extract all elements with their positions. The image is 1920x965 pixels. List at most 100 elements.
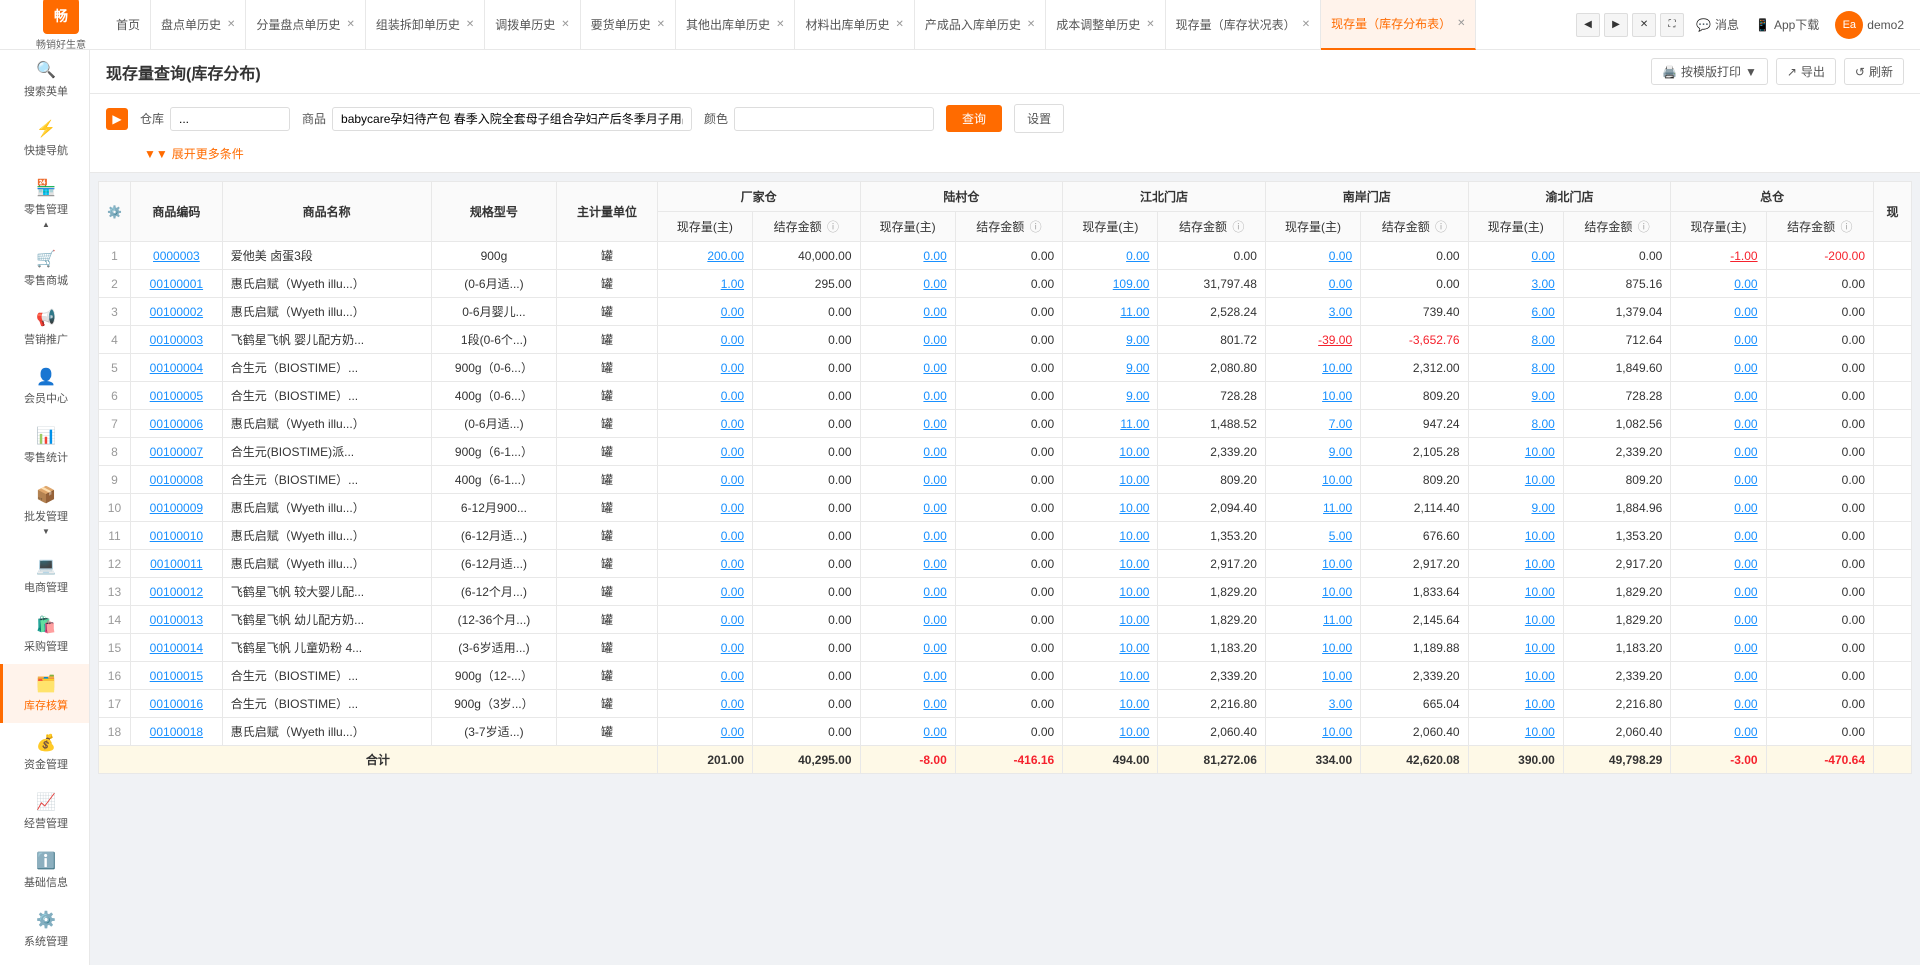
tab-ccrkkh[interactable]: 产成品入库单历史 ✕ [915, 0, 1046, 50]
filter-toggle-btn[interactable]: ▶ [106, 108, 128, 130]
total-qty[interactable]: 0.00 [1671, 606, 1766, 634]
close-icon[interactable]: ✕ [657, 19, 665, 30]
yubei-qty[interactable]: 10.00 [1468, 522, 1563, 550]
yubei-qty[interactable]: 9.00 [1468, 382, 1563, 410]
jiangbei-qty[interactable]: 10.00 [1063, 690, 1158, 718]
yubei-qty[interactable]: 10.00 [1468, 578, 1563, 606]
jiangbei-qty[interactable]: 10.00 [1063, 550, 1158, 578]
total-qty[interactable]: 0.00 [1671, 718, 1766, 746]
lucun-qty[interactable]: 0.00 [860, 662, 955, 690]
sidebar-item-retail-store[interactable]: 🛒 零售商城 [0, 239, 89, 298]
search-btn[interactable]: 查询 [946, 105, 1002, 132]
total-qty[interactable]: 0.00 [1671, 466, 1766, 494]
close-icon[interactable]: ✕ [466, 19, 474, 30]
jiangbei-qty[interactable]: 109.00 [1063, 270, 1158, 298]
yubei-qty[interactable]: 9.00 [1468, 494, 1563, 522]
jiangbei-qty[interactable]: 10.00 [1063, 634, 1158, 662]
sidebar-item-quick-nav[interactable]: ⚡ 快捷导航 [0, 109, 89, 168]
tab-pddh[interactable]: 盘点单历史 ✕ [151, 0, 246, 50]
settings-col-header[interactable]: ⚙️ [99, 182, 131, 242]
lucun-qty[interactable]: 0.00 [860, 606, 955, 634]
lucun-qty[interactable]: 0.00 [860, 466, 955, 494]
tab-clckh[interactable]: 材料出库单历史 ✕ [795, 0, 914, 50]
total-qty[interactable]: 0.00 [1671, 494, 1766, 522]
nanan-qty[interactable]: 10.00 [1265, 662, 1360, 690]
yubei-qty[interactable]: 10.00 [1468, 690, 1563, 718]
jiangbei-qty[interactable]: 10.00 [1063, 522, 1158, 550]
jiangbei-qty[interactable]: 10.00 [1063, 662, 1158, 690]
product-code[interactable]: 00100004 [130, 354, 222, 382]
tab-next-btn[interactable]: ▶ [1604, 13, 1628, 37]
jiangbei-qty[interactable]: 10.00 [1063, 438, 1158, 466]
sidebar-item-ops[interactable]: 📈 经营管理 [0, 782, 89, 841]
factory-qty[interactable]: 0.00 [657, 410, 752, 438]
factory-qty[interactable]: 0.00 [657, 466, 752, 494]
nanan-qty[interactable]: 11.00 [1265, 494, 1360, 522]
factory-qty[interactable]: 0.00 [657, 662, 752, 690]
factory-qty[interactable]: 0.00 [657, 550, 752, 578]
tab-prev-btn[interactable]: ◀ [1576, 13, 1600, 37]
lucun-qty[interactable]: 0.00 [860, 382, 955, 410]
color-input[interactable] [734, 107, 934, 131]
yubei-qty[interactable]: 8.00 [1468, 354, 1563, 382]
factory-qty[interactable]: 1.00 [657, 270, 752, 298]
lucun-qty[interactable]: 0.00 [860, 298, 955, 326]
nanan-qty[interactable]: 10.00 [1265, 578, 1360, 606]
yubei-qty[interactable]: 0.00 [1468, 242, 1563, 270]
lucun-qty[interactable]: 0.00 [860, 354, 955, 382]
close-icon[interactable]: ✕ [895, 19, 903, 30]
jiangbei-qty[interactable]: 10.00 [1063, 466, 1158, 494]
total-qty[interactable]: 0.00 [1671, 522, 1766, 550]
factory-qty[interactable]: 0.00 [657, 578, 752, 606]
yubei-qty[interactable]: 3.00 [1468, 270, 1563, 298]
lucun-qty[interactable]: 0.00 [860, 522, 955, 550]
lucun-qty[interactable]: 0.00 [860, 550, 955, 578]
product-code[interactable]: 00100015 [130, 662, 222, 690]
jiangbei-qty[interactable]: 11.00 [1063, 298, 1158, 326]
sidebar-item-ecommerce[interactable]: 💻 电商管理 [0, 546, 89, 605]
nanan-qty[interactable]: 5.00 [1265, 522, 1360, 550]
factory-qty[interactable]: 0.00 [657, 690, 752, 718]
product-code[interactable]: 00100008 [130, 466, 222, 494]
sidebar-item-enterprise[interactable]: 🤝 企业协同 [0, 959, 89, 965]
jiangbei-qty[interactable]: 10.00 [1063, 578, 1158, 606]
yubei-qty[interactable]: 10.00 [1468, 466, 1563, 494]
nanan-qty[interactable]: 10.00 [1265, 550, 1360, 578]
close-icon[interactable]: ✕ [227, 19, 235, 30]
close-icon[interactable]: ✕ [561, 19, 569, 30]
nanan-qty[interactable]: 3.00 [1265, 690, 1360, 718]
refresh-btn[interactable]: ↺ 刷新 [1844, 58, 1904, 85]
jiangbei-qty[interactable]: 9.00 [1063, 354, 1158, 382]
info-icon[interactable]: ⓘ [1232, 220, 1244, 234]
product-code[interactable]: 00100006 [130, 410, 222, 438]
product-code[interactable]: 00100002 [130, 298, 222, 326]
factory-qty[interactable]: 0.00 [657, 494, 752, 522]
print-btn[interactable]: 🖨️ 按模版打印 ▼ [1651, 58, 1768, 85]
sidebar-item-marketing[interactable]: 📢 营销推广 [0, 298, 89, 357]
factory-qty[interactable]: 0.00 [657, 354, 752, 382]
sidebar-item-system[interactable]: ⚙️ 系统管理 [0, 900, 89, 959]
yubei-qty[interactable]: 10.00 [1468, 718, 1563, 746]
factory-qty[interactable]: 0.00 [657, 438, 752, 466]
nanan-qty[interactable]: 11.00 [1265, 606, 1360, 634]
yubei-qty[interactable]: 10.00 [1468, 550, 1563, 578]
nanan-qty[interactable]: 0.00 [1265, 270, 1360, 298]
product-code[interactable]: 00100011 [130, 550, 222, 578]
close-icon[interactable]: ✕ [776, 19, 784, 30]
product-code[interactable]: 00100014 [130, 634, 222, 662]
jiangbei-qty[interactable]: 0.00 [1063, 242, 1158, 270]
nanan-qty[interactable]: 10.00 [1265, 718, 1360, 746]
lucun-qty[interactable]: 0.00 [860, 326, 955, 354]
sidebar-item-basic[interactable]: ℹ️ 基础信息 [0, 841, 89, 900]
settings-btn[interactable]: 设置 [1014, 104, 1064, 133]
close-icon[interactable]: ✕ [1302, 19, 1310, 30]
logo[interactable]: 畅 畅销好生意 [16, 0, 106, 51]
factory-qty[interactable]: 0.00 [657, 382, 752, 410]
product-code[interactable]: 00100013 [130, 606, 222, 634]
lucun-qty[interactable]: 0.00 [860, 438, 955, 466]
lucun-qty[interactable]: 0.00 [860, 718, 955, 746]
tab-xcl-kcfb[interactable]: 现存量（库存分布表）✕ [1321, 0, 1476, 50]
product-code[interactable]: 00100018 [130, 718, 222, 746]
product-code[interactable]: 00100001 [130, 270, 222, 298]
info-icon[interactable]: ⓘ [1030, 220, 1042, 234]
